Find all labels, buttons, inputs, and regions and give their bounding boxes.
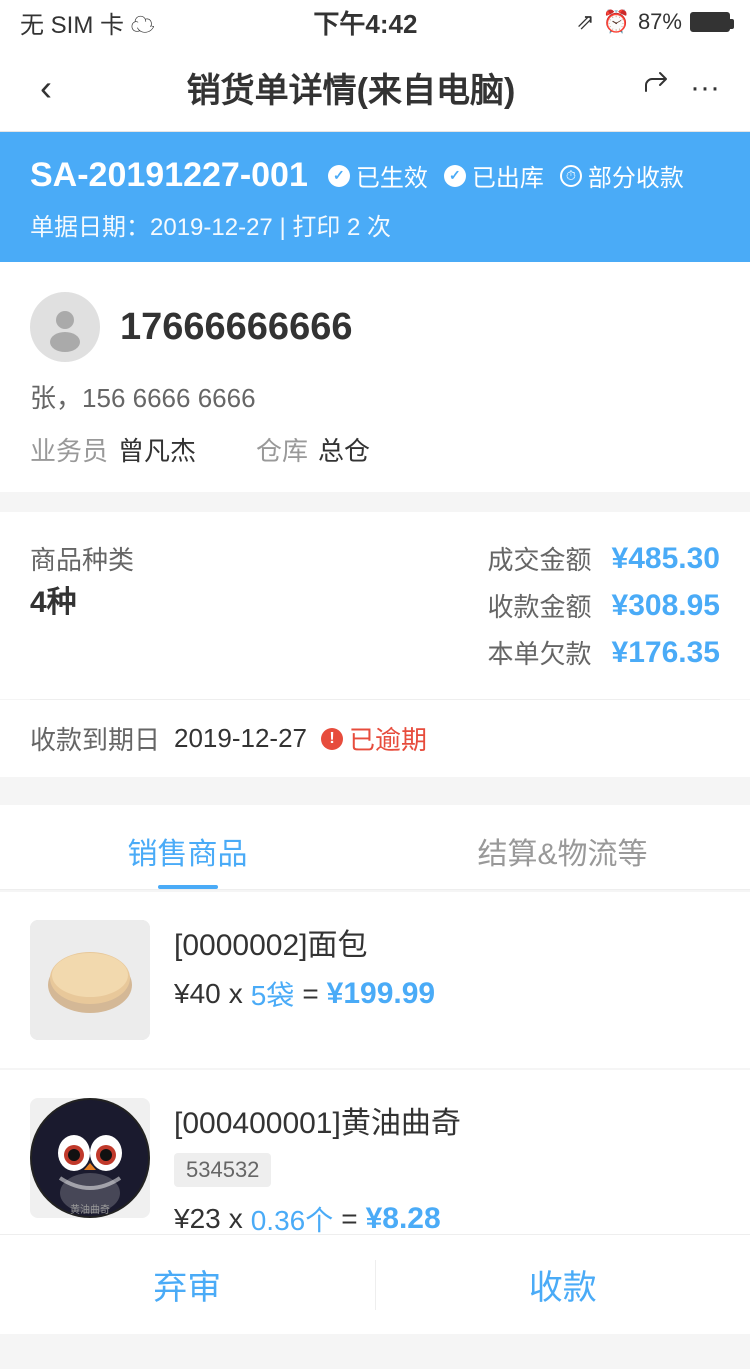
- deal-amount-row: 成交金额 ¥485.30: [488, 540, 720, 577]
- due-label: 收款到期日: [30, 720, 160, 757]
- amounts: 成交金额 ¥485.30 收款金额 ¥308.95 本单欠款 ¥176.35: [488, 540, 720, 671]
- status-bar-left: 无 SIM 卡 ☁: [20, 5, 155, 40]
- cancel-button[interactable]: 弃审: [0, 1240, 375, 1329]
- divider-1: [0, 492, 750, 512]
- tabs-row: 销售商品 结算&物流等: [0, 805, 750, 889]
- customer-phone: 17666666666: [120, 306, 352, 349]
- location-icon: ⇗: [576, 9, 594, 35]
- status-tags: 已生效 已出库 ⏱ 部分收款: [328, 158, 684, 193]
- status-bar-right: ⇗ ⏰ 87%: [576, 9, 730, 35]
- due-date-value: 2019-12-27: [174, 723, 307, 754]
- product-qty-1: 5袋: [251, 974, 295, 1014]
- salesman-value: 曾凡杰: [118, 431, 196, 468]
- summary-section: 商品种类 4种 成交金额 ¥485.30 收款金额 ¥308.95 本单欠款 ¥…: [0, 512, 750, 699]
- banner-top: SA-20191227-001 已生效 已出库 ⏱ 部分收款: [30, 156, 720, 195]
- bottom-bar: 弃审 收款: [0, 1234, 750, 1334]
- alarm-icon: ⏰: [603, 9, 630, 35]
- salesman-label: 业务员: [30, 431, 108, 468]
- order-banner: SA-20191227-001 已生效 已出库 ⏱ 部分收款 单据日期：2019…: [0, 132, 750, 262]
- nav-actions: ···: [640, 69, 720, 107]
- check-icon-shipped: [444, 165, 466, 187]
- product-total-1: ¥199.99: [327, 977, 435, 1011]
- product-image-1: [30, 920, 150, 1040]
- status-bar: 无 SIM 卡 ☁ 下午4:42 ⇗ ⏰ 87%: [0, 0, 750, 44]
- deal-amount-label: 成交金额: [488, 540, 592, 577]
- customer-top: 17666666666: [30, 292, 720, 362]
- avatar: [30, 292, 100, 362]
- received-amount-value: ¥308.95: [612, 589, 720, 623]
- received-amount-label: 收款金额: [488, 587, 592, 624]
- product-tag-2: 534532: [174, 1153, 271, 1187]
- owed-amount-row: 本单欠款 ¥176.35: [488, 634, 720, 671]
- tab-sales[interactable]: 销售商品: [0, 805, 375, 889]
- svg-text:黄油曲奇: 黄油曲奇: [70, 1203, 110, 1216]
- share-button[interactable]: [640, 69, 670, 107]
- warehouse-label: 仓库: [256, 431, 308, 468]
- banner-sub: 单据日期：2019-12-27 | 打印 2 次: [30, 207, 720, 242]
- nav-bar: ‹ 销货单详情(来自电脑) ···: [0, 44, 750, 132]
- customer-section: 17666666666 张，156 6666 6666 业务员 曾凡杰 仓库 总…: [0, 262, 750, 492]
- status-bar-time: 下午4:42: [313, 4, 417, 41]
- product-type-count: 4种: [30, 577, 134, 621]
- check-icon-effective: [328, 165, 350, 187]
- overdue-badge: ! 已逾期: [321, 720, 427, 757]
- customer-sub: 张，156 6666 6666: [30, 378, 720, 415]
- customer-meta: 业务员 曾凡杰 仓库 总仓: [30, 431, 720, 468]
- clock-icon: ⏱: [560, 165, 582, 187]
- tabs-section: 销售商品 结算&物流等: [0, 805, 750, 890]
- product-total-2: ¥8.28: [366, 1202, 441, 1236]
- product-thumbnail-1: [30, 920, 150, 1040]
- battery-icon: [690, 12, 730, 32]
- product-qty-2: 0.36个: [251, 1199, 334, 1239]
- status-partial: ⏱ 部分收款: [560, 158, 684, 193]
- owed-amount-value: ¥176.35: [612, 636, 720, 670]
- divider-2: [0, 777, 750, 797]
- product-info-2: [000400001]黄油曲奇 534532 ¥23 x 0.36个 = ¥8.…: [174, 1098, 720, 1239]
- product-image-2: 黄油曲奇: [30, 1098, 150, 1218]
- product-type: 商品种类 4种: [30, 540, 134, 621]
- status-effective: 已生效: [328, 158, 428, 193]
- tab-settlement[interactable]: 结算&物流等: [375, 805, 750, 889]
- product-info-1: [0000002]面包 ¥40 x 5袋 = ¥199.99: [174, 920, 720, 1014]
- received-amount-row: 收款金额 ¥308.95: [488, 587, 720, 624]
- product-card: [0000002]面包 ¥40 x 5袋 = ¥199.99: [0, 892, 750, 1068]
- owed-amount-label: 本单欠款: [488, 634, 592, 671]
- battery-text: 87%: [638, 9, 682, 35]
- warehouse-value: 总仓: [318, 431, 370, 468]
- due-section: 收款到期日 2019-12-27 ! 已逾期: [0, 700, 750, 777]
- product-price-1: ¥40 x 5袋 = ¥199.99: [174, 974, 720, 1014]
- deal-amount-value: ¥485.30: [612, 542, 720, 576]
- signal-text: 无 SIM 卡 ☁: [20, 5, 155, 40]
- back-button[interactable]: ‹: [30, 57, 62, 119]
- overdue-icon: !: [321, 728, 343, 750]
- confirm-button[interactable]: 收款: [376, 1240, 750, 1329]
- product-name-2: [000400001]黄油曲奇: [174, 1098, 720, 1142]
- status-shipped: 已出库: [444, 158, 544, 193]
- product-name-1: [0000002]面包: [174, 920, 720, 964]
- order-id: SA-20191227-001: [30, 156, 308, 195]
- product-price-2: ¥23 x 0.36个 = ¥8.28: [174, 1199, 720, 1239]
- overdue-label: 已逾期: [349, 720, 427, 757]
- page-title: 销货单详情(来自电脑): [187, 63, 516, 112]
- more-button[interactable]: ···: [690, 71, 720, 105]
- warehouse-item: 仓库 总仓: [256, 431, 370, 468]
- salesman-item: 业务员 曾凡杰: [30, 431, 196, 468]
